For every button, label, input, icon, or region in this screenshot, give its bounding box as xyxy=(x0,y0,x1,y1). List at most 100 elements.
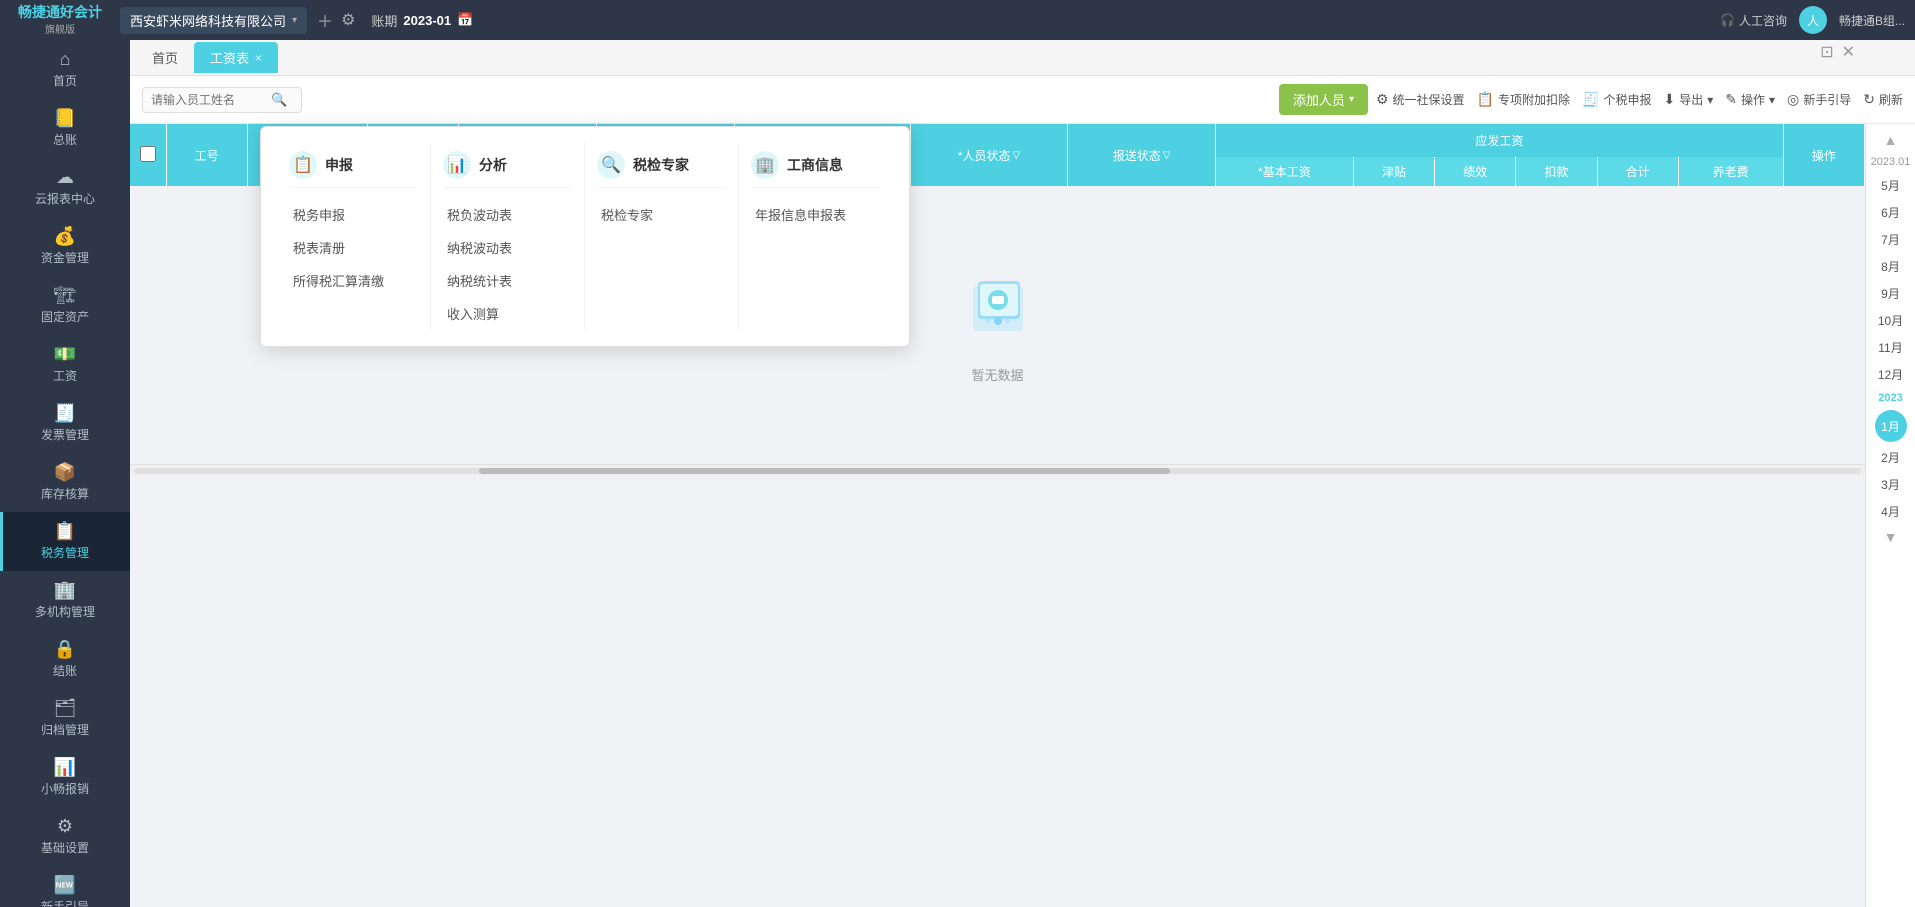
sidebar-icon-basic-settings: ⚙ xyxy=(57,817,73,835)
toolbar-icon-guide: ◎ xyxy=(1787,91,1799,108)
toolbar-btn-operation[interactable]: ✎ 操作▾ xyxy=(1725,91,1775,108)
bottom-scrollbar[interactable] xyxy=(130,464,1865,476)
company-selector[interactable]: 西安虾米网络科技有限公司 ▾ xyxy=(120,7,307,34)
select-all-checkbox[interactable] xyxy=(140,146,156,162)
toolbar-label-personal-tax: 个税申报 xyxy=(1603,91,1651,108)
date-month-12月[interactable]: 12月 xyxy=(1866,361,1915,388)
toolbar-btn-social-security[interactable]: ⚙ 统一社保设置 xyxy=(1376,91,1465,108)
add-person-button[interactable]: 添加人员 ▾ xyxy=(1279,84,1368,115)
sidebar-item-new-guide[interactable]: 🆕 新手引导 xyxy=(0,866,130,907)
add-icon[interactable]: ＋ xyxy=(317,8,333,32)
date-month-1月[interactable]: 1月 xyxy=(1875,410,1907,442)
sidebar-item-mini-report[interactable]: 📊 小畅报销 xyxy=(0,748,130,807)
sidebar-item-multi-org[interactable]: 🏢 多机构管理 xyxy=(0,571,130,630)
th-base-wage: *基本工资 xyxy=(1216,157,1354,186)
tab-wage[interactable]: 工资表 × xyxy=(194,42,278,73)
sidebar-item-fixed-asset[interactable]: 🏗 固定资产 xyxy=(0,276,130,335)
date-next-btn[interactable]: ▼ xyxy=(1880,525,1902,549)
sidebar-item-basic-settings[interactable]: ⚙ 基础设置 xyxy=(0,807,130,866)
toolbar-btn-special-deduct[interactable]: 📋 专项附加扣除 xyxy=(1477,91,1570,108)
th-number: 工号 xyxy=(166,124,247,186)
tab-bar: 首页 工资表 × xyxy=(130,40,1915,76)
toolbar-btn-export[interactable]: ⬇ 导出▾ xyxy=(1663,91,1713,108)
sidebar-label-wage: 工资 xyxy=(53,367,77,384)
sidebar-icon-mini-report: 📊 xyxy=(54,758,76,776)
add-person-arrow: ▾ xyxy=(1349,94,1354,105)
scrollbar-thumb[interactable] xyxy=(479,468,1170,474)
sidebar-label-mini-report: 小畅报销 xyxy=(41,780,89,797)
sec-title-shenb: 申报 xyxy=(325,155,353,175)
filter-icon: ▽ xyxy=(1013,150,1021,161)
date-month-11月[interactable]: 11月 xyxy=(1866,334,1915,361)
period-label-text: 账期 xyxy=(371,11,397,30)
date-month-7月[interactable]: 7月 xyxy=(1866,226,1915,253)
window-controls: ⊡ ✕ xyxy=(1820,42,1855,62)
sidebar-label-new-guide: 新手引导 xyxy=(41,898,89,907)
dropdown-item-纳税统计表[interactable]: 纳税统计表 xyxy=(443,264,572,297)
date-month-5月[interactable]: 5月 xyxy=(1866,172,1915,199)
app-name: 畅捷通好会计 xyxy=(18,4,102,21)
tab-home[interactable]: 首页 xyxy=(140,42,190,73)
person-status-filter[interactable]: *人员状态 ▽ xyxy=(958,147,1020,164)
th-pension: 养老费 xyxy=(1678,157,1783,186)
help-button[interactable]: 🎧 人工咨询 xyxy=(1720,12,1787,29)
toolbar-btn-personal-tax[interactable]: 🧾 个税申报 xyxy=(1582,91,1651,108)
dropdown-item-税务申报[interactable]: 税务申报 xyxy=(289,198,418,231)
sec-title-tax_expert: 税检专家 xyxy=(633,155,689,175)
sidebar-item-home[interactable]: ⌂ 首页 xyxy=(0,40,130,99)
settings-icon[interactable]: ⚙ xyxy=(341,10,355,30)
sidebar-label-basic-settings: 基础设置 xyxy=(41,839,89,856)
dropdown-section-biz_info: 🏢 工商信息年报信息申报表 xyxy=(739,143,893,330)
sidebar-item-inventory[interactable]: 📦 库存核算 xyxy=(0,453,130,512)
toolbar-btn-refresh[interactable]: ↻ 刷新 xyxy=(1863,91,1903,108)
date-month-4月[interactable]: 4月 xyxy=(1866,498,1915,525)
sidebar-icon-invoice: 🧾 xyxy=(54,404,76,422)
sidebar-label-fund: 资金管理 xyxy=(41,249,89,266)
dropdown-item-年报信息申报表[interactable]: 年报信息申报表 xyxy=(751,198,881,231)
th-report-status: 报送状态 ▽ xyxy=(1068,124,1216,186)
report-status-filter[interactable]: 报送状态 ▽ xyxy=(1113,147,1171,164)
sidebar-item-archive[interactable]: 🗂 归档管理 xyxy=(0,689,130,748)
dropdown-header-biz_info: 🏢 工商信息 xyxy=(751,143,881,188)
date-prev-btn[interactable]: ▲ xyxy=(1880,128,1902,152)
date-month-8月[interactable]: 8月 xyxy=(1866,253,1915,280)
user-avatar: 人 xyxy=(1799,6,1827,34)
date-month-2月[interactable]: 2月 xyxy=(1866,444,1915,471)
sidebar-item-tax[interactable]: 📋 税务管理 xyxy=(0,512,130,571)
sidebar-item-ledger[interactable]: 📒 总账 xyxy=(0,99,130,158)
topbar-actions: ＋ ⚙ xyxy=(317,8,355,32)
date-month-3月[interactable]: 3月 xyxy=(1866,471,1915,498)
toolbar: 🔍 添加人员 ▾ ⚙ 统一社保设置📋 专项附加扣除🧾 个税申报⬇ 导出▾✎ 操作… xyxy=(130,76,1915,124)
arrow-operation: ▾ xyxy=(1769,93,1775,107)
toolbar-btn-guide[interactable]: ◎ 新手引导 xyxy=(1787,91,1851,108)
sidebar-item-wage[interactable]: 💵 工资 xyxy=(0,335,130,394)
window-close-btn[interactable]: ✕ xyxy=(1842,42,1855,62)
sidebar-label-closing: 结账 xyxy=(53,662,77,679)
dropdown-item-纳税波动表[interactable]: 纳税波动表 xyxy=(443,231,572,264)
calendar-icon[interactable]: 📅 xyxy=(457,12,473,28)
sidebar-item-cloud-report[interactable]: ☁ 云报表中心 xyxy=(0,158,130,217)
sidebar-item-invoice[interactable]: 🧾 发票管理 xyxy=(0,394,130,453)
toolbar-label-refresh: 刷新 xyxy=(1879,91,1903,108)
sidebar-icon-cloud-report: ☁ xyxy=(56,168,74,186)
sidebar-icon-archive: 🗂 xyxy=(54,699,77,717)
date-month-9月[interactable]: 9月 xyxy=(1866,280,1915,307)
window-restore-btn[interactable]: ⊡ xyxy=(1820,42,1833,62)
scrollbar-track[interactable] xyxy=(134,468,1861,474)
search-input[interactable] xyxy=(151,93,271,107)
date-month-6月[interactable]: 6月 xyxy=(1866,199,1915,226)
dropdown-item-税负波动表[interactable]: 税负波动表 xyxy=(443,198,572,231)
date-panel: ▲ 2023.01 5月6月7月8月9月10月11月12月20231月2月3月4… xyxy=(1865,124,1915,907)
date-month-10月[interactable]: 10月 xyxy=(1866,307,1915,334)
topbar-right: 🎧 人工咨询 人 畅捷通B组... xyxy=(1720,6,1905,34)
dropdown-item-税表清册[interactable]: 税表清册 xyxy=(289,231,418,264)
sec-icon-shenb: 📋 xyxy=(289,151,317,179)
dropdown-item-所得税汇算清缴[interactable]: 所得税汇算清缴 xyxy=(289,264,418,297)
empty-text: 暂无数据 xyxy=(971,365,1023,384)
dropdown-item-收入测算[interactable]: 收入测算 xyxy=(443,297,572,330)
sidebar-item-fund[interactable]: 💰 资金管理 xyxy=(0,217,130,276)
sec-title-biz_info: 工商信息 xyxy=(787,155,843,175)
sidebar-item-closing[interactable]: 🔒 结账 xyxy=(0,630,130,689)
tab-close-icon[interactable]: × xyxy=(255,51,262,65)
dropdown-item-税检专家[interactable]: 税检专家 xyxy=(597,198,726,231)
